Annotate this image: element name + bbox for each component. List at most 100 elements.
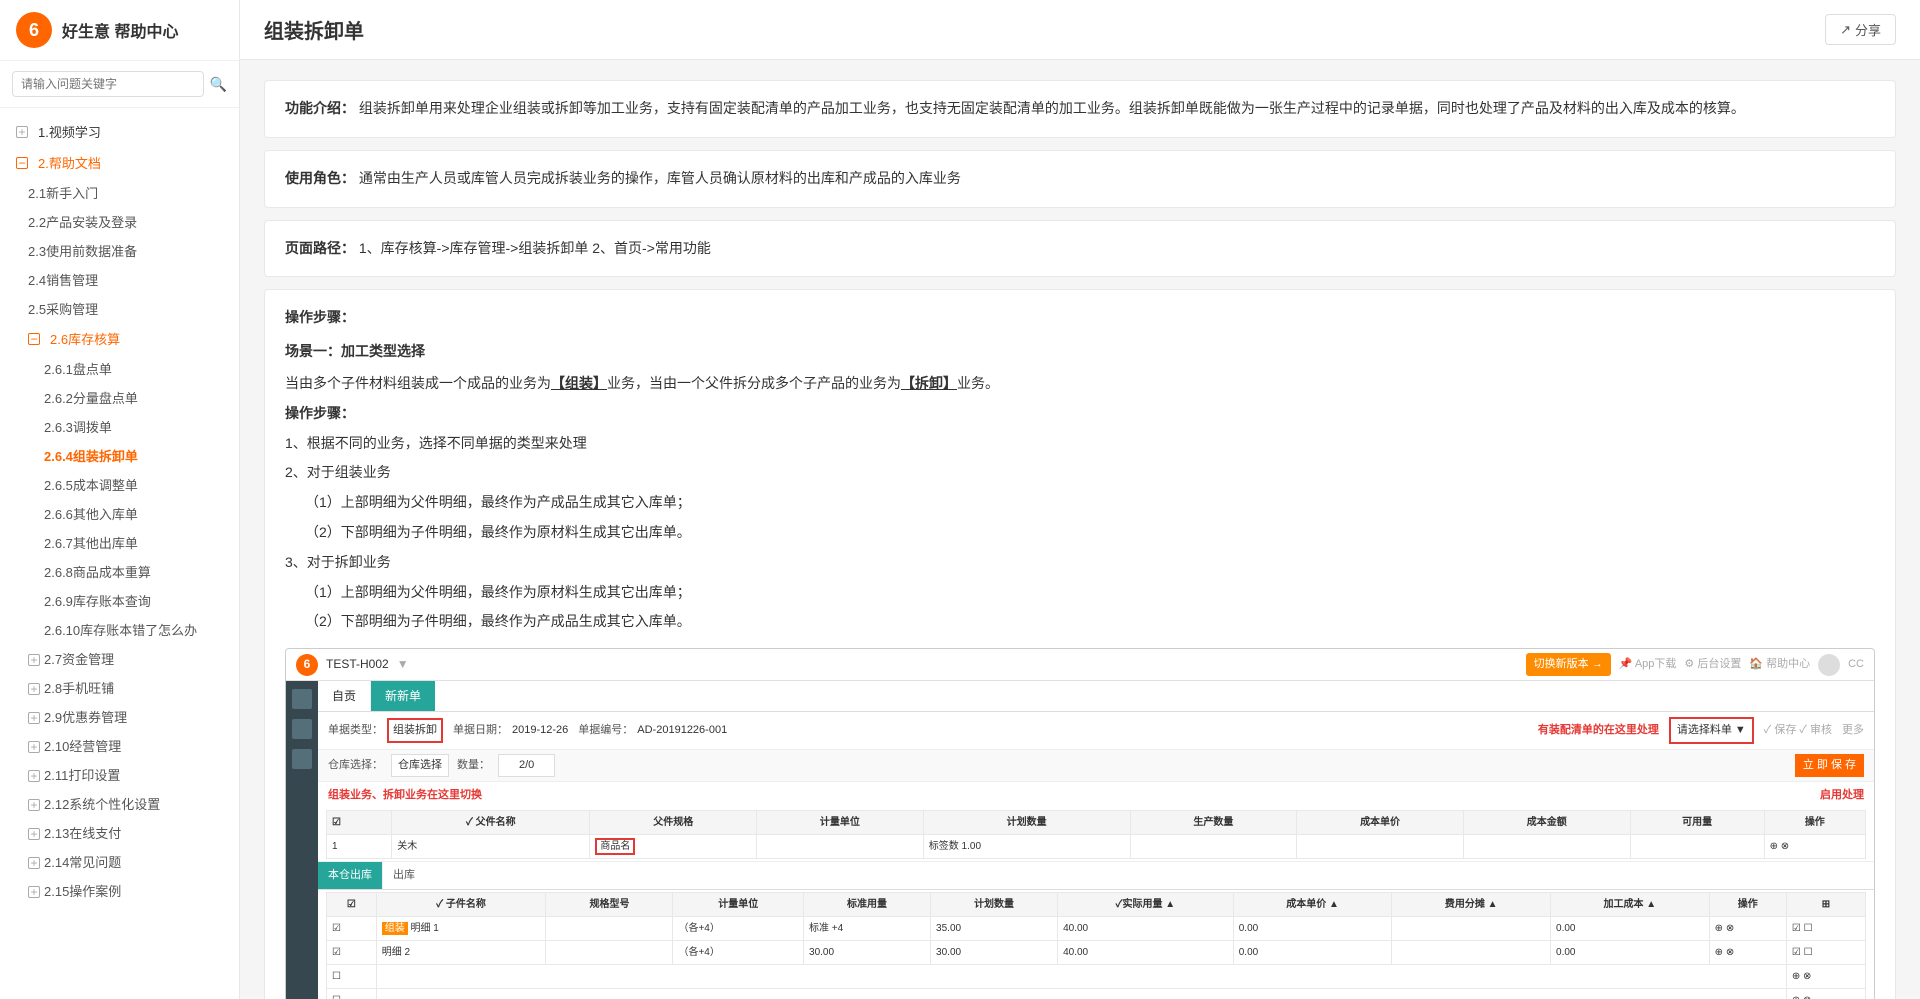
sub-tab-2[interactable]: 出库 [382, 862, 425, 889]
brand-name: 好生意 帮助中心 [62, 18, 178, 42]
switch-version-btn[interactable]: 切换新版本 → [1526, 653, 1611, 676]
sidebar-item-2-7[interactable]: +2.7资金管理 [28, 644, 239, 673]
col-8: 可用量 [1630, 811, 1764, 835]
sidebar-item-2-6-1[interactable]: 2.6.1盘点单 [44, 354, 239, 383]
logo-icon: 6 [16, 12, 52, 48]
search-icon[interactable]: 🔍 [210, 76, 227, 93]
row1-amount [1463, 835, 1630, 859]
field3-value: AD-20191226-001 [637, 721, 727, 740]
app-toolbar: 单据类型： 组装拆卸 单据日期： 2019-12-26 单据编号： AD-201… [318, 712, 1874, 750]
share-button[interactable]: ↗ 分享 [1825, 14, 1896, 45]
upper-table: ☑ ✓ 父件名称 父件规格 计量单位 计划数量 生产数量 成本单价 成本金额 可 [326, 810, 1866, 859]
sidebar-item-2-14[interactable]: +2.14常见问题 [28, 847, 239, 876]
sidebar-item-2-6-8[interactable]: 2.6.8商品成本重算 [44, 557, 239, 586]
lr1-unit: （各+4） [673, 916, 804, 940]
sidebar-item-2-6-10[interactable]: 2.6.10库存账本错了怎么办 [44, 615, 239, 644]
sidebar-item-2-6-5[interactable]: 2.6.5成本调整单 [44, 470, 239, 499]
step-3-details: （1）上部明细为父件明细，最终作为原材料生成其它出库单； （2）下部明细为子件明… [285, 581, 1875, 635]
sidebar-item-2-15[interactable]: +2.15操作案例 [28, 876, 239, 905]
sub-toolbar: 仓库选择： 仓库选择 数量： 2/0 立 即 保 存 [318, 750, 1874, 782]
row1-price [1297, 835, 1464, 859]
main-content: 功能介绍： 组装拆卸单用来处理企业组装或拆卸等加工业务，支持有固定装配清单的产品… [240, 60, 1920, 999]
intro-text: 组装拆卸单用来处理企业组装或拆卸等加工业务，支持有固定装配清单的产品加工业务，也… [359, 100, 1745, 116]
sidebar-item-2-13[interactable]: +2.13在线支付 [28, 818, 239, 847]
lr3-empty [376, 964, 1786, 988]
toolbar-type: 单据类型： 组装拆卸 [328, 718, 443, 743]
lcol-extra: ⊞ [1786, 892, 1865, 916]
select-bill-btn[interactable]: 请选择料单 ▼ [1669, 717, 1754, 744]
lcol-std: 标准用量 [804, 892, 931, 916]
sidebar-item-2-9[interactable]: +2.9优惠券管理 [28, 702, 239, 731]
lr2-unit: （各+4） [673, 940, 804, 964]
app-topbar: 6 TEST-H002 ▼ 切换新版本 → 📌 App下载 ⚙ 后台设置 🏠 帮… [286, 649, 1874, 681]
plus-icon-2-15: + [28, 886, 40, 898]
sidebar-item-2-6-3[interactable]: 2.6.3调拨单 [44, 412, 239, 441]
plus-icon-2-11: + [28, 770, 40, 782]
lr4-ops: ⊕ ⊗ [1786, 988, 1865, 999]
search-input[interactable] [12, 71, 204, 97]
role-card: 使用角色： 通常由生产人员或库管人员完成拆装业务的操作，库管人员确认原材料的出库… [264, 150, 1896, 208]
sidebar-item-2-8[interactable]: +2.8手机旺铺 [28, 673, 239, 702]
step-1: 1、根据不同的业务，选择不同单据的类型来处理 [285, 432, 1875, 456]
zhuangzu-text: 【组装】 [551, 375, 607, 391]
toolbar-date: 单据日期： 2019-12-26 [453, 721, 568, 740]
field2-label: 单据日期： [453, 721, 508, 740]
main-area: 组装拆卸单 ↗ 分享 功能介绍： 组装拆卸单用来处理企业组装或拆卸等加工业务，支… [240, 0, 1920, 999]
sidebar-item-2-6-4[interactable]: 2.6.4组装拆卸单 [44, 441, 239, 470]
path-text: 1、库存核算->库存管理->组装拆卸单 2、首页->常用功能 [359, 240, 711, 256]
sidebar-sub-2-6: 2.6.1盘点单 2.6.2分量盘点单 2.6.3调拨单 2.6.4组装拆卸单 … [28, 354, 239, 644]
sidebar-item-1[interactable]: + 1.视频学习 [0, 116, 239, 147]
lower-table-area: ☑ ✓ 子件名称 规格型号 计量单位 标准用量 计划数量 ✓实际用量 ▲ 成本单… [318, 890, 1874, 999]
sidebar-header: 6 好生意 帮助中心 [0, 0, 239, 61]
lr1-spec [546, 916, 673, 940]
step-3-1: （1）上部明细为父件明细，最终作为原材料生成其它出库单； [305, 581, 1875, 605]
plus-icon-2-8: + [28, 683, 40, 695]
lr1-std: 标准 +4 [804, 916, 931, 940]
sidebar-item-2-6-9[interactable]: 2.6.9库存账本查询 [44, 586, 239, 615]
step-3-2: （2）下部明细为子件明细，最终作为产成品生成其它入库单。 [305, 610, 1875, 634]
lcol-price2: 成本单价 ▲ [1233, 892, 1392, 916]
sidebar-item-2-2[interactable]: 2.2产品安装及登录 [28, 207, 239, 236]
lr2-name: 明细 2 [376, 940, 546, 964]
toolbar-num: 单据编号： AD-20191226-001 [578, 721, 727, 740]
sidebar-item-2-4[interactable]: 2.4销售管理 [28, 265, 239, 294]
app-logo: 6 [296, 654, 318, 676]
field1-label: 单据类型： [328, 721, 383, 740]
sub-tab-1[interactable]: 本仓出库 [318, 862, 382, 889]
sidebar-item-2-6-7[interactable]: 2.6.7其他出库单 [44, 528, 239, 557]
sidebar-item-2-3[interactable]: 2.3使用前数据准备 [28, 236, 239, 265]
lr2-price: 0.00 [1233, 940, 1392, 964]
sidebar-item-2-10[interactable]: +2.10经营管理 [28, 731, 239, 760]
sidebar-item-2-1[interactable]: 2.1新手入门 [28, 178, 239, 207]
intro-label: 功能介绍： [285, 100, 355, 116]
path-card: 页面路径： 1、库存核算->库存管理->组装拆卸单 2、首页->常用功能 [264, 220, 1896, 278]
plus-icon-2-9: + [28, 712, 40, 724]
sidebar-item-2-11[interactable]: +2.11打印设置 [28, 760, 239, 789]
sidebar-item-2-6-2[interactable]: 2.6.2分量盘点单 [44, 383, 239, 412]
row1-plan: 标签数 1.00 [923, 835, 1130, 859]
sidebar-item-2[interactable]: − 2.帮助文档 [0, 147, 239, 178]
lcol-amount2: 费用分摊 ▲ [1392, 892, 1551, 916]
lcol-actual2: ✓实际用量 ▲ [1058, 892, 1234, 916]
col-3: 计量单位 [757, 811, 924, 835]
intro-card: 功能介绍： 组装拆卸单用来处理企业组装或拆卸等加工业务，支持有固定装配清单的产品… [264, 80, 1896, 138]
lr2-std: 30.00 [804, 940, 931, 964]
scenario-1-title: 场景一：加工类型选择 [285, 340, 1875, 364]
plus-icon-2-14: + [28, 857, 40, 869]
chaijian-text: 【拆卸】 [901, 375, 957, 391]
share-label: 分享 [1855, 20, 1881, 39]
col-7: 成本金额 [1463, 811, 1630, 835]
sidebar-item-2-5[interactable]: 2.5采购管理 [28, 294, 239, 323]
app-tab-zg[interactable]: 自贡 [318, 681, 371, 711]
lr1-amt [1392, 916, 1551, 940]
plus-icon-1: + [16, 126, 28, 138]
lr2-actual: 40.00 [1058, 940, 1234, 964]
app-tab-new[interactable]: 新新单 [371, 681, 435, 711]
save-btn[interactable]: 立 即 保 存 [1795, 754, 1864, 777]
lr1-ops: ⊕ ⊗ [1709, 916, 1786, 940]
sidebar-item-2-6-6[interactable]: 2.6.6其他入库单 [44, 499, 239, 528]
lower-row-3: ☐ ⊕ ⊗ [327, 964, 1866, 988]
qty-input: 2/0 [498, 754, 555, 777]
sidebar-item-2-12[interactable]: +2.12系统个性化设置 [28, 789, 239, 818]
sidebar-item-2-6[interactable]: − 2.6库存核算 [28, 323, 239, 354]
